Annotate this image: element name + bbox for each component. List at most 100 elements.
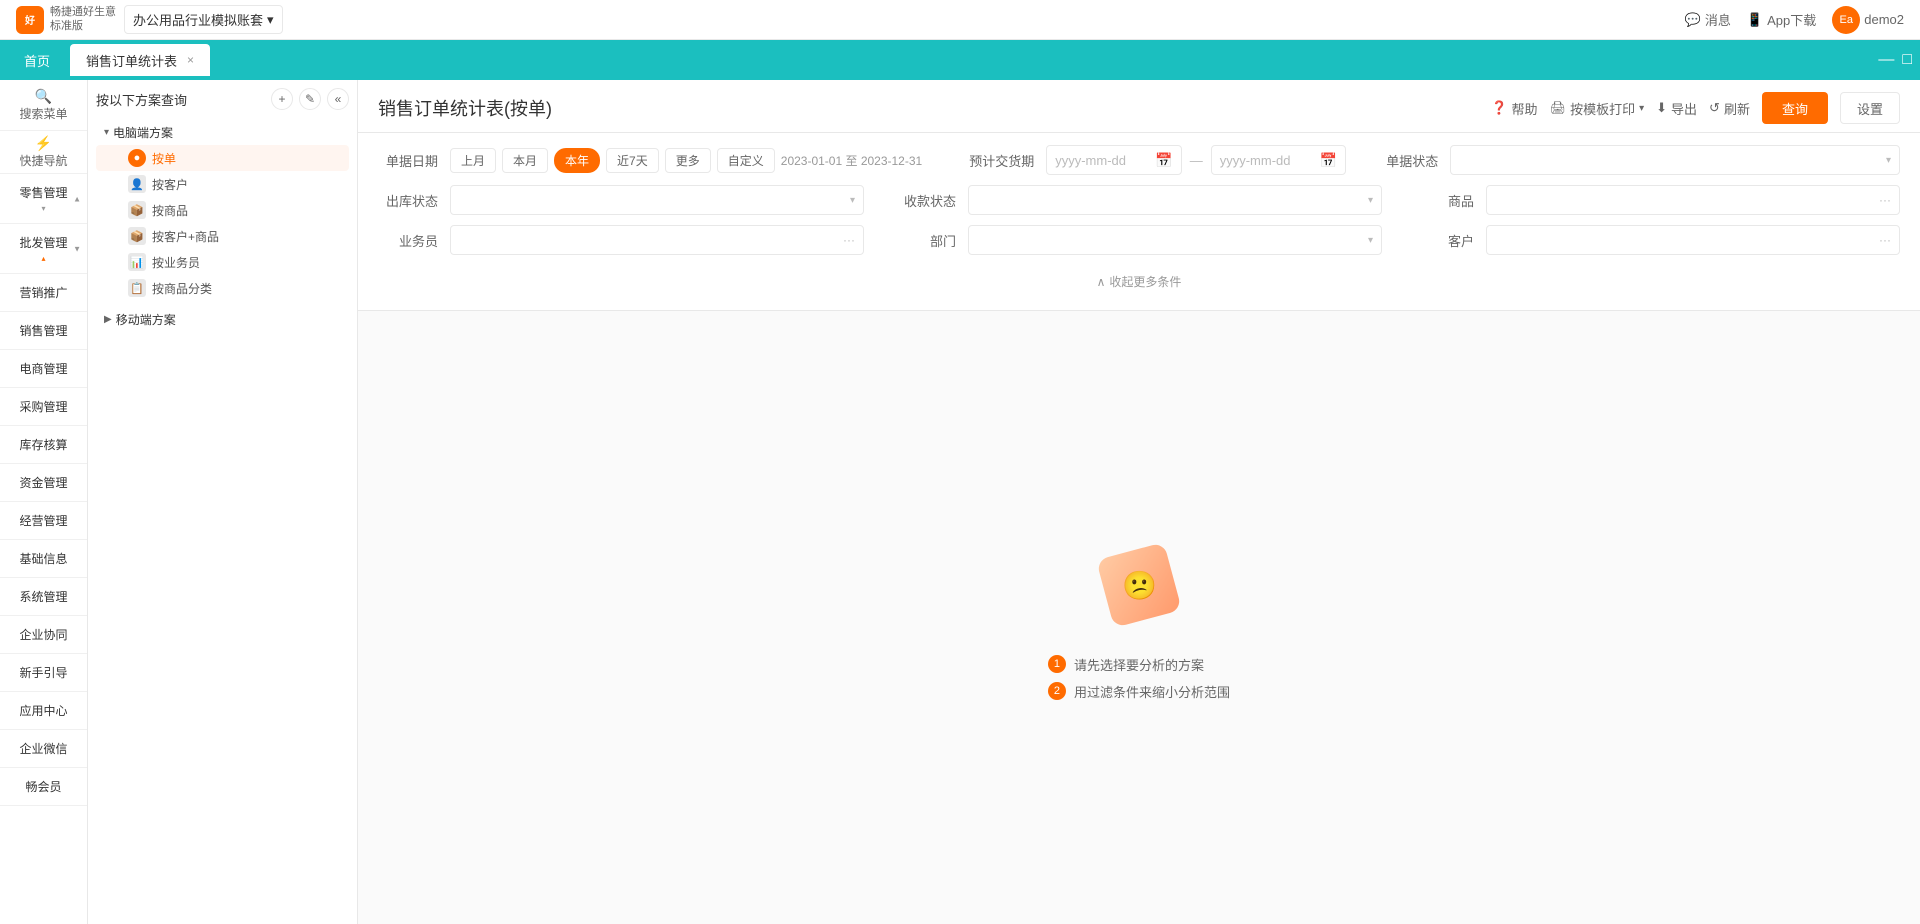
chevron-down-icon: ▾ bbox=[267, 12, 274, 28]
delivery-date-start[interactable]: yyyy-mm-dd 📅 bbox=[1046, 145, 1182, 175]
calendar-icon[interactable]: 📅 bbox=[1320, 152, 1337, 169]
sidebar-item-wechat[interactable]: 企业微信 bbox=[0, 730, 87, 768]
sidebar-item-membership[interactable]: 畅会员 bbox=[0, 768, 87, 806]
template-print-button[interactable]: 🖨 按模板打印 ▾ bbox=[1550, 99, 1645, 118]
sidebar-item-marketing[interactable]: 营销推广 bbox=[0, 274, 87, 312]
more-icon[interactable]: ··· bbox=[1879, 193, 1891, 207]
sidebar-item-basic-info[interactable]: 基础信息 bbox=[0, 540, 87, 578]
tab-home[interactable]: 首页 bbox=[8, 44, 66, 76]
schema-item-by-customer-goods[interactable]: 📦 按客户+商品 bbox=[96, 223, 349, 249]
schema-item-label: 按商品分类 bbox=[152, 280, 212, 297]
shipment-status-label: 出库状态 bbox=[378, 191, 438, 210]
goods-label: 商品 bbox=[1414, 191, 1474, 210]
date-btn-last-month[interactable]: 上月 bbox=[450, 148, 496, 173]
collapse-icon: ∧ bbox=[1097, 275, 1106, 289]
top-bar: 好 畅捷通好生意 标准版 办公用品行业模拟账套 ▾ 💬 消息 📱 App下载 E… bbox=[0, 0, 1920, 40]
date-btn-this-month[interactable]: 本月 bbox=[502, 148, 548, 173]
dept-select[interactable]: ▾ bbox=[968, 225, 1382, 255]
date-btn-custom[interactable]: 自定义 bbox=[717, 148, 775, 173]
refresh-button[interactable]: ↺ 刷新 bbox=[1709, 99, 1750, 118]
sidebar-item-inventory[interactable]: 库存核算 bbox=[0, 426, 87, 464]
shipment-status-select[interactable]: ▾ bbox=[450, 185, 864, 215]
schema-icon: 📋 bbox=[128, 279, 146, 297]
schema-item-label: 按客户+商品 bbox=[152, 228, 219, 245]
schema-item-by-goods-category[interactable]: 📋 按商品分类 bbox=[96, 275, 349, 301]
tip-number-1: 1 bbox=[1048, 655, 1066, 673]
page-header: 销售订单统计表(按单) ❓ 帮助 🖨 按模板打印 ▾ ⬇ 导出 bbox=[358, 80, 1920, 133]
sidebar-item-system[interactable]: 系统管理 bbox=[0, 578, 87, 616]
calendar-icon[interactable]: 📅 bbox=[1155, 152, 1172, 169]
sidebar-item-label: 电商管理 bbox=[19, 360, 67, 377]
schema-category-label: 移动端方案 bbox=[116, 311, 176, 328]
chevron-down-icon: ▾ bbox=[850, 195, 855, 206]
sidebar-item-finance[interactable]: 资金管理 bbox=[0, 464, 87, 502]
schema-item-by-order[interactable]: ● 按单 bbox=[96, 145, 349, 171]
print-icon: 🖨 bbox=[1550, 100, 1567, 116]
sidebar-item-wholesale[interactable]: 批发管理 ▴ bbox=[0, 224, 87, 274]
sidebar-item-newbie[interactable]: 新手引导 bbox=[0, 654, 87, 692]
order-status-select[interactable]: ▾ bbox=[1450, 145, 1900, 175]
tab-minimize-button[interactable]: — bbox=[1878, 51, 1894, 69]
sidebar-item-app-center[interactable]: 应用中心 bbox=[0, 692, 87, 730]
sidebar-item-enterprise[interactable]: 企业协同 bbox=[0, 616, 87, 654]
sidebar-item-retail[interactable]: 零售管理 ▾ bbox=[0, 174, 87, 224]
schema-category-pc[interactable]: ▾ 电脑端方案 bbox=[96, 118, 349, 145]
sidebar-item-label: 资金管理 bbox=[19, 474, 67, 491]
more-icon[interactable]: ··· bbox=[1879, 233, 1891, 247]
customer-input[interactable]: ··· bbox=[1486, 225, 1900, 255]
schema-item-label: 按商品 bbox=[152, 202, 188, 219]
schema-icon: 👤 bbox=[128, 175, 146, 193]
schema-item-by-customer[interactable]: 👤 按客户 bbox=[96, 171, 349, 197]
delivery-date-end[interactable]: yyyy-mm-dd 📅 bbox=[1211, 145, 1347, 175]
logo-area: 好 畅捷通好生意 标准版 bbox=[16, 6, 116, 34]
empty-tips: 1 请先选择要分析的方案 2 用过滤条件来缩小分析范围 bbox=[1048, 655, 1230, 701]
sidebar-item-operations[interactable]: 经营管理 bbox=[0, 502, 87, 540]
sidebar-nav-quick[interactable]: ⚡ 快捷导航 bbox=[0, 131, 87, 174]
edit-schema-button[interactable]: ✎ bbox=[299, 88, 321, 110]
top-bar-left: 好 畅捷通好生意 标准版 办公用品行业模拟账套 ▾ bbox=[16, 5, 283, 34]
sidebar-item-label: 经营管理 bbox=[19, 512, 67, 529]
messages-button[interactable]: 💬 消息 bbox=[1685, 10, 1731, 29]
logo-icon: 好 bbox=[16, 6, 44, 34]
sidebar-item-label: 销售管理 bbox=[19, 322, 67, 339]
salesperson-input[interactable]: ··· bbox=[450, 225, 864, 255]
sidebar-item-ecommerce[interactable]: 电商管理 bbox=[0, 350, 87, 388]
schema-item-by-goods[interactable]: 📦 按商品 bbox=[96, 197, 349, 223]
collapse-panel-button[interactable]: « bbox=[327, 88, 349, 110]
left-panel-actions: + ✎ « bbox=[271, 88, 349, 110]
download-icon: 📱 bbox=[1747, 12, 1763, 28]
tab-sales-order-stats[interactable]: 销售订单统计表 × bbox=[70, 44, 210, 76]
order-status-label: 单据状态 bbox=[1378, 151, 1438, 170]
sidebar-item-sales[interactable]: 销售管理 bbox=[0, 312, 87, 350]
date-btn-this-year[interactable]: 本年 bbox=[554, 148, 600, 173]
goods-input[interactable]: ··· bbox=[1486, 185, 1900, 215]
date-btn-last-7-days[interactable]: 近7天 bbox=[606, 148, 659, 173]
date-label: 单据日期 bbox=[378, 151, 438, 170]
customer-label: 客户 bbox=[1414, 231, 1474, 250]
schema-item-by-salesperson[interactable]: 📊 按业务员 bbox=[96, 249, 349, 275]
add-schema-button[interactable]: + bbox=[271, 88, 293, 110]
date-btn-more[interactable]: 更多 bbox=[665, 148, 711, 173]
delivery-date-label: 预计交货期 bbox=[954, 151, 1034, 170]
tab-maximize-button[interactable]: □ bbox=[1902, 51, 1912, 69]
more-icon[interactable]: ··· bbox=[843, 233, 855, 247]
collapse-more-button[interactable]: ∧ 收起更多条件 bbox=[378, 265, 1900, 298]
payment-status-select[interactable]: ▾ bbox=[968, 185, 1382, 215]
sidebar-search[interactable]: 🔍 搜索菜单 bbox=[0, 80, 87, 131]
tab-bar: 首页 销售订单统计表 × — □ bbox=[0, 40, 1920, 80]
setting-button[interactable]: 设置 bbox=[1840, 92, 1900, 124]
help-button[interactable]: ❓ 帮助 bbox=[1491, 99, 1537, 118]
sidebar-item-purchase[interactable]: 采购管理 bbox=[0, 388, 87, 426]
export-button[interactable]: ⬇ 导出 bbox=[1656, 99, 1697, 118]
tab-close-icon[interactable]: × bbox=[187, 53, 194, 67]
schema-category-mobile[interactable]: ▶ 移动端方案 bbox=[96, 305, 349, 332]
workspace-selector[interactable]: 办公用品行业模拟账套 ▾ bbox=[124, 5, 283, 34]
app-download-button[interactable]: 📱 App下载 bbox=[1747, 10, 1816, 29]
filter-row-3: 业务员 ··· 部门 ▾ 客户 ··· bbox=[378, 225, 1900, 255]
user-profile[interactable]: Ea demo2 bbox=[1832, 6, 1904, 34]
date-separator: — bbox=[1190, 153, 1203, 168]
chevron-icon: ▾ bbox=[41, 204, 45, 213]
query-button[interactable]: 查询 bbox=[1762, 92, 1828, 124]
empty-tip-1: 1 请先选择要分析的方案 bbox=[1048, 655, 1230, 674]
content-area: 按以下方案查询 + ✎ « ▾ 电脑端方案 ● 按单 👤 按客户 bbox=[88, 80, 1920, 924]
